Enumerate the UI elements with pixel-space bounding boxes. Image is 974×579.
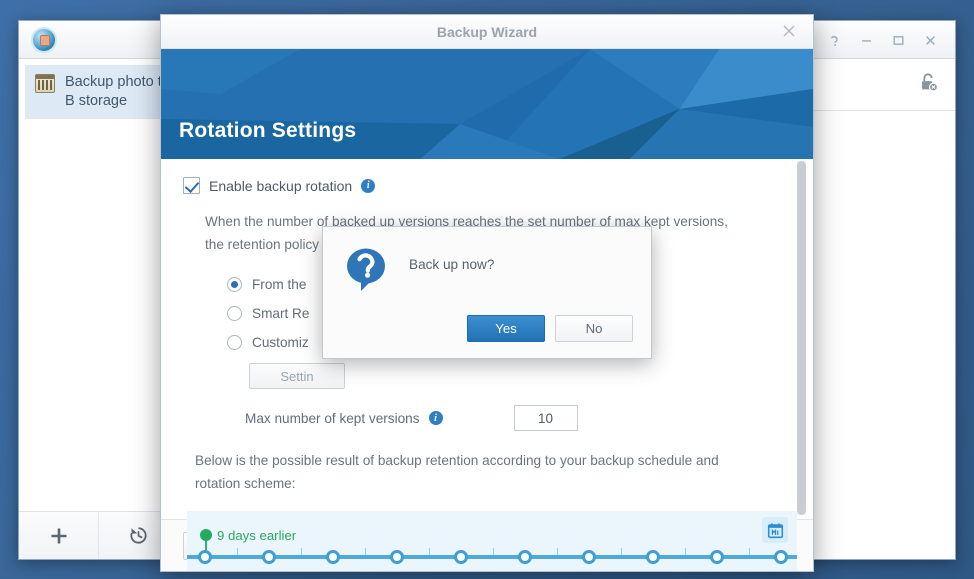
backup-task-icon	[35, 74, 55, 93]
settings-button[interactable]: Settin	[249, 363, 345, 389]
radio-from-the[interactable]	[227, 277, 242, 292]
timeline-tick	[429, 548, 430, 555]
vertical-scrollbar[interactable]	[797, 161, 806, 515]
confirm-message: Back up now?	[409, 257, 495, 272]
enable-rotation-label: Enable backup rotation	[209, 177, 353, 194]
help-button[interactable]	[819, 27, 849, 53]
confirm-message-row: Back up now?	[323, 227, 651, 293]
timeline-point[interactable]	[774, 550, 788, 564]
confirm-buttons: Yes No	[467, 315, 633, 342]
maximize-button[interactable]	[883, 27, 913, 53]
timeline-tick	[749, 548, 750, 555]
radio-label-customized: Customiz	[252, 335, 309, 350]
timeline-axis	[187, 555, 797, 559]
info-icon[interactable]: i	[428, 411, 443, 425]
timeline-point[interactable]	[646, 550, 660, 564]
retention-timeline: 9 days earlier	[187, 511, 797, 571]
enable-rotation-checkbox[interactable]	[183, 177, 200, 194]
task-label: Backup photo to B storage	[65, 74, 170, 109]
calendar-icon[interactable]	[762, 517, 788, 543]
timeline-tick	[365, 548, 366, 555]
wizard-titlebar: Backup Wizard	[161, 15, 813, 49]
lock-disabled-icon	[917, 71, 939, 98]
timeline-tick	[493, 548, 494, 555]
question-bubble-icon	[341, 245, 393, 293]
enable-rotation-row[interactable]: Enable backup rotation i	[183, 177, 779, 194]
timeline-tick	[237, 548, 238, 555]
timeline-point[interactable]	[198, 550, 212, 564]
close-button[interactable]	[915, 27, 945, 53]
radio-label-smart-recycle: Smart Re	[252, 306, 310, 321]
radio-label-from-the: From the	[252, 277, 307, 292]
timeline-point[interactable]	[262, 550, 276, 564]
timeline-tick	[685, 548, 686, 555]
timeline-point[interactable]	[454, 550, 468, 564]
radio-smart-recycle[interactable]	[227, 306, 242, 321]
timeline-point[interactable]	[518, 550, 532, 564]
timeline-tick	[557, 548, 558, 555]
timeline-marker-label: 9 days earlier	[217, 528, 297, 543]
retention-preview-description: Below is the possible result of backup r…	[195, 453, 719, 491]
timeline-marker-dot	[200, 529, 212, 541]
max-versions-label: Max number of kept versions	[245, 410, 420, 426]
minimize-button[interactable]	[851, 27, 881, 53]
scrollbar-thumb[interactable]	[797, 161, 806, 515]
page-title: Rotation Settings	[179, 119, 357, 142]
wizard-banner: Rotation Settings	[161, 49, 813, 159]
timeline-point[interactable]	[390, 550, 404, 564]
window-controls	[819, 21, 945, 59]
max-versions-input[interactable]: 10	[513, 405, 578, 431]
no-button[interactable]: No	[555, 315, 633, 342]
timeline-tick	[301, 548, 302, 555]
app-logo-icon	[31, 26, 57, 53]
yes-button[interactable]: Yes	[467, 315, 545, 342]
timeline-point[interactable]	[326, 550, 340, 564]
add-task-button[interactable]	[19, 512, 99, 559]
timeline-point[interactable]	[710, 550, 724, 564]
info-icon[interactable]: i	[361, 178, 376, 193]
max-versions-row: Max number of kept versions i 10	[245, 405, 779, 431]
radio-customized[interactable]	[227, 335, 242, 350]
timeline-point[interactable]	[582, 550, 596, 564]
confirm-dialog: Back up now? Yes No	[322, 226, 652, 359]
close-icon[interactable]	[781, 23, 799, 41]
wizard-title: Backup Wizard	[436, 23, 538, 40]
timeline-tick	[621, 548, 622, 555]
